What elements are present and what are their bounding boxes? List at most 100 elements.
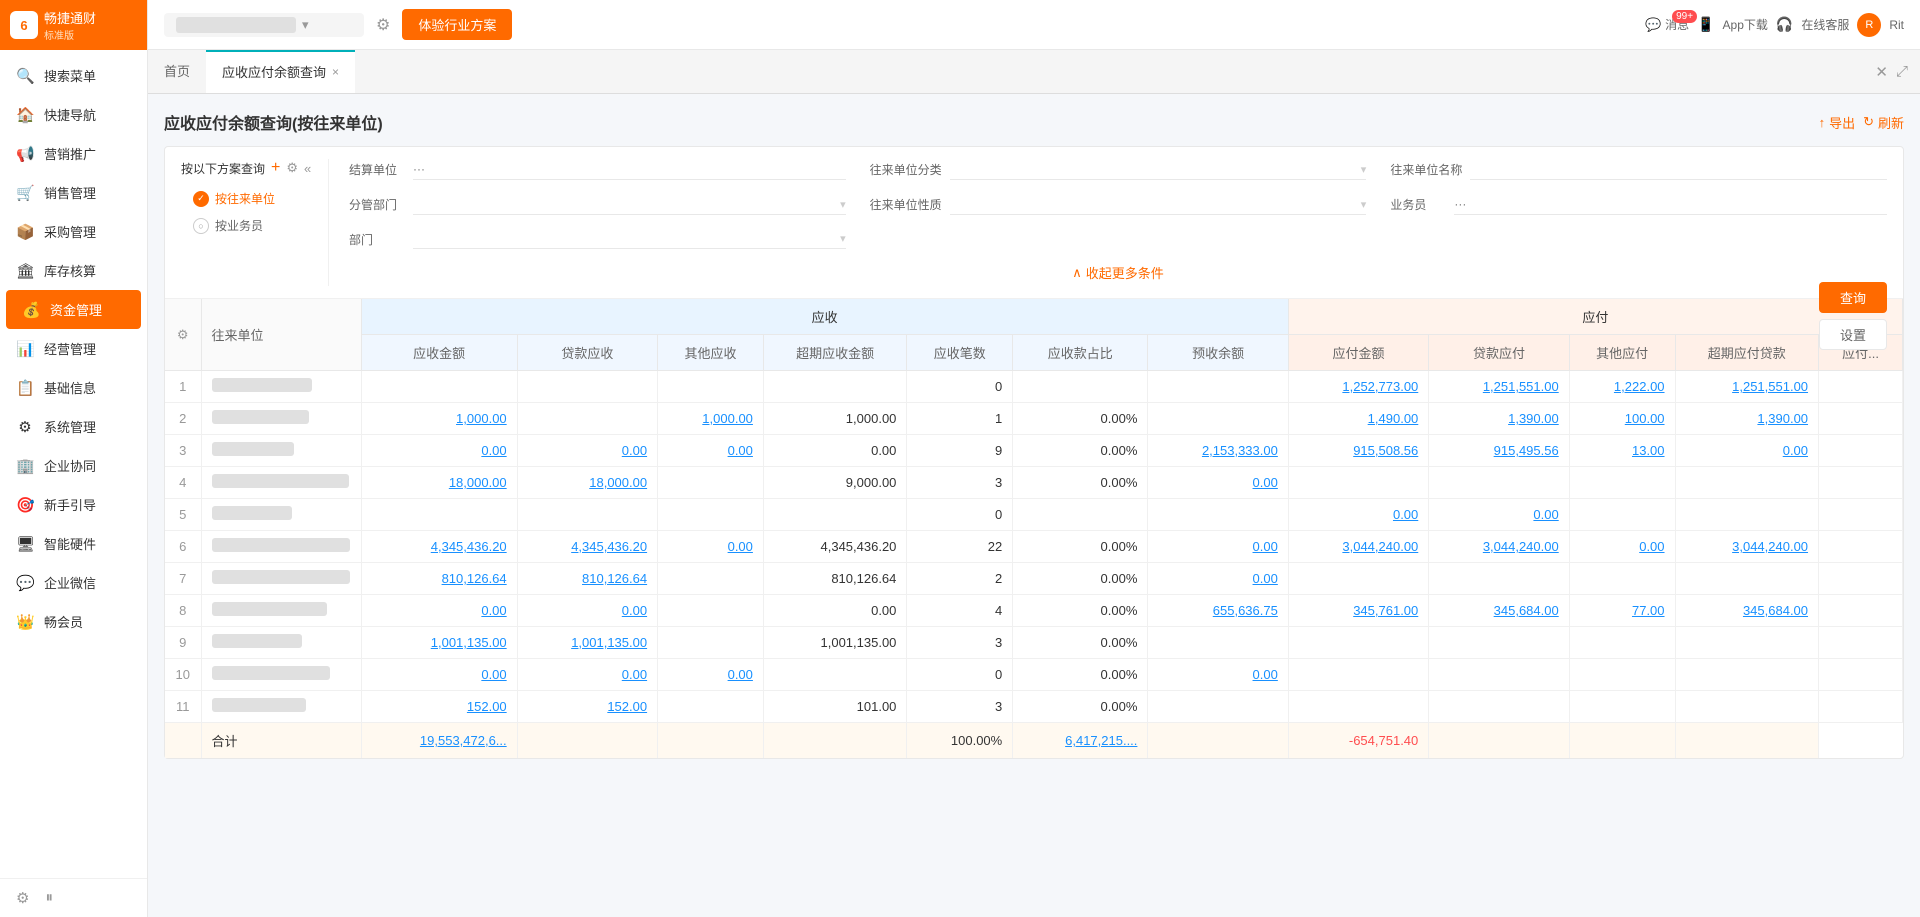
table-cell[interactable]: 1,390.00: [1675, 403, 1819, 435]
table-cell[interactable]: 0.00: [658, 531, 764, 563]
sidebar-item-wechat[interactable]: 💬 企业微信: [0, 563, 147, 602]
sidebar-item-hardware[interactable]: 🖥 智能硬件: [0, 524, 147, 563]
table-cell[interactable]: 345,684.00: [1429, 595, 1569, 627]
sidebar-item-operations[interactable]: 📊 经营管理: [0, 329, 147, 368]
sidebar-item-guide[interactable]: 🎯 新手引导: [0, 485, 147, 524]
table-cell[interactable]: 3,044,240.00: [1429, 531, 1569, 563]
footer-collapse-icon[interactable]: ⏸: [45, 889, 53, 907]
tab-ar-ap[interactable]: 应收应付余额查询 ×: [206, 50, 355, 93]
table-cell[interactable]: 810,126.64: [361, 563, 517, 595]
partner-nature-select[interactable]: ▾: [950, 195, 1367, 215]
table-cell[interactable]: 1,251,551.00: [1429, 371, 1569, 403]
sidebar-item-enterprise[interactable]: 🏢 企业协同: [0, 446, 147, 485]
table-cell[interactable]: 1,490.00: [1288, 403, 1428, 435]
table-cell[interactable]: 1,390.00: [1429, 403, 1569, 435]
message-badge[interactable]: 💬 消息 99+: [1645, 16, 1689, 33]
table-cell[interactable]: 0.00: [361, 435, 517, 467]
table-cell[interactable]: 1,252,773.00: [1288, 371, 1428, 403]
sidebar-item-quicknav[interactable]: 🏠 快捷导航: [0, 95, 147, 134]
partner-name-input[interactable]: [1470, 159, 1887, 180]
service-label[interactable]: 在线客服: [1801, 16, 1849, 33]
table-cell[interactable]: 1,222.00: [1569, 371, 1675, 403]
table-cell[interactable]: 1,001,135.00: [361, 627, 517, 659]
table-cell[interactable]: 152.00: [361, 691, 517, 723]
table-cell[interactable]: 0.00: [1288, 499, 1428, 531]
tab-home[interactable]: 首页: [148, 51, 206, 92]
table-cell[interactable]: 0.00: [658, 659, 764, 691]
tab-ar-ap-close[interactable]: ×: [332, 65, 339, 79]
table-cell[interactable]: 18,000.00: [517, 467, 657, 499]
table-cell[interactable]: 0.00: [1569, 531, 1675, 563]
page-inner: 应收应付余额查询(按往来单位) ↑ 导出 ↻ 刷新: [148, 94, 1920, 775]
table-cell[interactable]: 345,761.00: [1288, 595, 1428, 627]
table-cell[interactable]: 0.00: [1429, 499, 1569, 531]
table-cell[interactable]: 4,345,436.20: [361, 531, 517, 563]
table-cell[interactable]: 2,153,333.00: [1148, 435, 1288, 467]
topbar-gear-icon[interactable]: ⚙: [376, 15, 390, 35]
table-settings-icon[interactable]: ⚙: [177, 327, 189, 342]
table-cell[interactable]: 1,251,551.00: [1675, 371, 1819, 403]
table-cell[interactable]: 13.00: [1569, 435, 1675, 467]
sidebar-item-inventory[interactable]: 🏛 库存核算: [0, 251, 147, 290]
table-cell[interactable]: 0.00: [361, 595, 517, 627]
table-cell[interactable]: 152.00: [517, 691, 657, 723]
breadcrumb-dropdown-icon[interactable]: ▾: [302, 17, 309, 33]
table-cell[interactable]: 915,495.56: [1429, 435, 1569, 467]
sidebar-item-purchase[interactable]: 📦 采购管理: [0, 212, 147, 251]
table-cell[interactable]: 4,345,436.20: [517, 531, 657, 563]
sidebar-item-marketing[interactable]: 📢 营销推广: [0, 134, 147, 173]
table-cell: 101.00: [763, 691, 907, 723]
filter-collapse-toggle[interactable]: ∧ 收起更多条件: [349, 259, 1887, 286]
table-cell[interactable]: 77.00: [1569, 595, 1675, 627]
filter-collapse-btn[interactable]: «: [304, 161, 311, 176]
window-close-icon[interactable]: ✕: [1875, 63, 1888, 81]
table-cell[interactable]: 0.00: [1148, 531, 1288, 563]
export-btn[interactable]: ↑ 导出: [1819, 113, 1856, 132]
table-cell[interactable]: 915,508.56: [1288, 435, 1428, 467]
col-settings-header[interactable]: ⚙: [165, 299, 201, 371]
footer-settings-icon[interactable]: ⚙: [16, 889, 29, 907]
table-cell[interactable]: 0.00: [1148, 563, 1288, 595]
scheme-by-salesperson[interactable]: ○ 按业务员: [185, 212, 316, 239]
table-cell[interactable]: 0.00: [1148, 467, 1288, 499]
table-cell[interactable]: 655,636.75: [1148, 595, 1288, 627]
table-container: ⚙ 往来单位 应收 应付 应收金额 贷款应收 其他应收 超期应收金额: [165, 299, 1903, 758]
sidebar-item-system[interactable]: ⚙ 系统管理: [0, 407, 147, 446]
trial-btn[interactable]: 体验行业方案: [402, 9, 512, 40]
table-cell[interactable]: 0.00: [1675, 435, 1819, 467]
sidebar-item-sales[interactable]: 🛒 销售管理: [0, 173, 147, 212]
scheme-by-partner[interactable]: ✓ 按往来单位: [185, 185, 316, 212]
table-cell[interactable]: 3,044,240.00: [1288, 531, 1428, 563]
table-cell[interactable]: 0.00: [658, 435, 764, 467]
query-btn[interactable]: 查询: [1819, 282, 1887, 313]
table-cell[interactable]: 0.00: [1148, 659, 1288, 691]
department-select[interactable]: ▾: [413, 229, 846, 249]
refresh-btn[interactable]: ↻ 刷新: [1863, 113, 1904, 132]
table-cell[interactable]: 0.00: [517, 435, 657, 467]
table-cell[interactable]: 345,684.00: [1675, 595, 1819, 627]
table-cell[interactable]: 0.00: [517, 595, 657, 627]
settings-config-btn[interactable]: 设置: [1819, 319, 1887, 350]
table-cell[interactable]: 100.00: [1569, 403, 1675, 435]
table-cell[interactable]: 1,001,135.00: [517, 627, 657, 659]
filter-add-btn[interactable]: +: [271, 159, 280, 177]
sidebar-item-search[interactable]: 🔍 搜索菜单: [0, 56, 147, 95]
sidebar-item-basic[interactable]: 📋 基础信息: [0, 368, 147, 407]
table-cell[interactable]: 18,000.00: [361, 467, 517, 499]
filter-layout: 按以下方案查询 + ⚙ « ✓ 按往来单位: [181, 159, 1887, 286]
download-label[interactable]: App下载: [1723, 16, 1768, 33]
dept-manager-select[interactable]: ▾: [413, 195, 846, 215]
salesperson-input[interactable]: [1454, 194, 1887, 215]
table-cell[interactable]: 1,000.00: [658, 403, 764, 435]
table-cell[interactable]: 1,000.00: [361, 403, 517, 435]
table-cell[interactable]: 810,126.64: [517, 563, 657, 595]
window-expand-icon[interactable]: ⤢: [1896, 63, 1908, 80]
table-cell[interactable]: 3,044,240.00: [1675, 531, 1819, 563]
filter-settings-btn[interactable]: ⚙: [286, 160, 298, 176]
table-cell[interactable]: 0.00: [517, 659, 657, 691]
table-cell[interactable]: 0.00: [361, 659, 517, 691]
partner-category-select[interactable]: ▾: [950, 160, 1367, 180]
sidebar-item-finance[interactable]: 💰 资金管理: [6, 290, 141, 329]
sidebar-item-member[interactable]: 👑 畅会员: [0, 602, 147, 641]
settlement-unit-input[interactable]: [413, 159, 846, 180]
